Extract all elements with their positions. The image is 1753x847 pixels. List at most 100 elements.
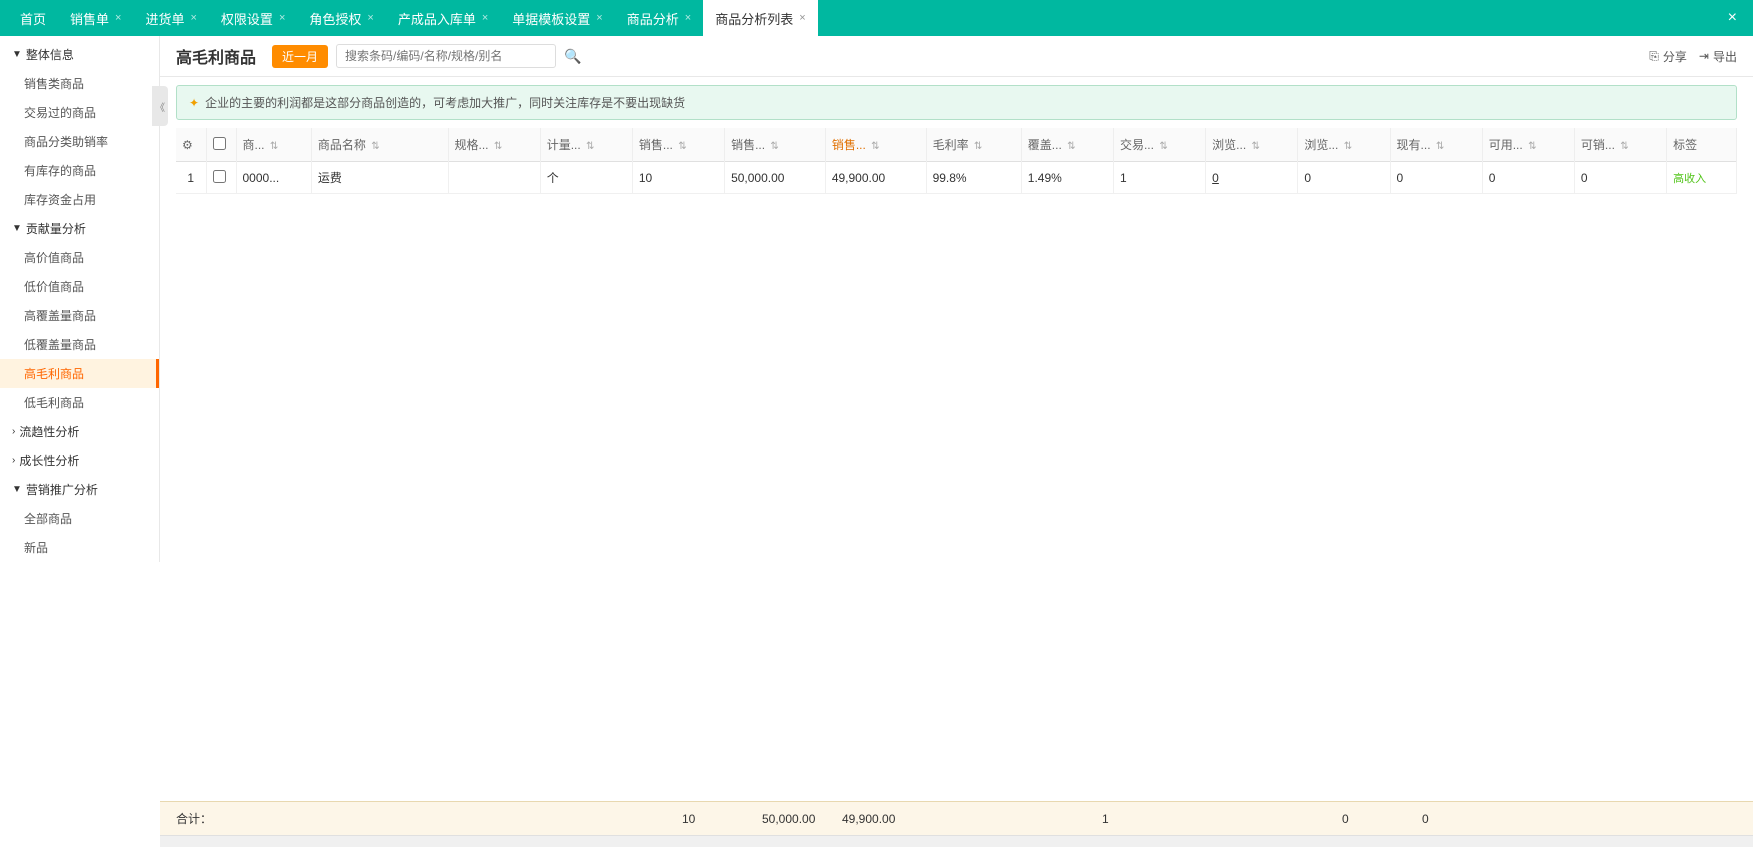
close-product-inbound[interactable]: × <box>482 12 488 24</box>
close-all-tabs[interactable]: × <box>1720 9 1745 27</box>
nav-product-analysis[interactable]: 商品分析 × <box>615 0 703 36</box>
sort-icon-current-stock: ⇅ <box>1436 141 1444 152</box>
col-available-stock[interactable]: 可用... ⇅ <box>1482 128 1574 162</box>
sidebar-collapse-button[interactable]: 《 <box>152 86 168 126</box>
close-role-auth[interactable]: × <box>367 12 373 24</box>
close-product-analysis[interactable]: × <box>685 12 691 24</box>
cell-tag: 高收入 <box>1667 162 1737 194</box>
close-purchase-order[interactable]: × <box>190 12 196 24</box>
sort-icon-available-stock: ⇅ <box>1528 141 1536 152</box>
arrow-marketing: ▼ <box>12 484 22 495</box>
footer-sales-qty: 10 <box>676 812 756 826</box>
export-button[interactable]: ⇥ 导出 <box>1699 48 1737 65</box>
col-sales-amount[interactable]: 销售... ⇅ <box>725 128 826 162</box>
col-checkbox[interactable] <box>206 128 236 162</box>
close-sales-order[interactable]: × <box>115 12 121 24</box>
nav-sales-order[interactable]: 销售单 × <box>58 0 133 36</box>
col-code[interactable]: 商... ⇅ <box>236 128 311 162</box>
search-button[interactable]: 🔍 <box>564 48 581 65</box>
sort-icon-saleable: ⇅ <box>1620 141 1628 152</box>
nav-product-analysis-list[interactable]: 商品分析列表 × <box>703 0 817 36</box>
sidebar-group-trend[interactable]: › 流趋性分析 <box>0 417 159 446</box>
nav-purchase-order[interactable]: 进货单 × <box>133 0 208 36</box>
cell-num: 1 <box>176 162 206 194</box>
sidebar-item-low-coverage[interactable]: 低覆盖量商品 <box>0 330 159 359</box>
sort-icon-sales-qty: ⇅ <box>678 141 686 152</box>
header-actions: ⎘ 分享 ⇥ 导出 <box>1649 48 1737 65</box>
col-unit[interactable]: 计量... ⇅ <box>540 128 632 162</box>
sidebar-group-contribution[interactable]: ▼ 贡献量分析 <box>0 214 159 243</box>
sidebar-group-marketing[interactable]: ▼ 营销推广分析 <box>0 475 159 504</box>
col-saleable[interactable]: 可销... ⇅ <box>1574 128 1666 162</box>
nav-role-auth[interactable]: 角色授权 × <box>297 0 385 36</box>
col-tag[interactable]: 标签 <box>1667 128 1737 162</box>
sort-icon-unit: ⇅ <box>586 141 594 152</box>
col-transactions[interactable]: 交易... ⇅ <box>1113 128 1205 162</box>
col-sales-profit[interactable]: 销售... ⇅ <box>825 128 926 162</box>
cell-saleable: 0 <box>1574 162 1666 194</box>
sort-icon-views2: ⇅ <box>1344 141 1352 152</box>
cell-name[interactable]: 运费 <box>311 162 448 194</box>
sidebar-group-overall[interactable]: ▼ 整体信息 <box>0 40 159 69</box>
sidebar-item-traded-products[interactable]: 交易过的商品 <box>0 98 159 127</box>
filter-button[interactable]: 近一月 <box>272 45 328 68</box>
content-header: 高毛利商品 近一月 🔍 ⎘ 分享 ⇥ 导出 <box>160 36 1753 77</box>
sidebar-group-growth[interactable]: › 成长性分析 <box>0 446 159 475</box>
table-container: ⚙ 商... ⇅ 商品名称 ⇅ <box>160 128 1753 801</box>
sidebar-item-low-value[interactable]: 低价值商品 <box>0 272 159 301</box>
sidebar-item-all-products[interactable]: 全部商品 <box>0 504 159 533</box>
cell-margin-rate: 99.8% <box>926 162 1021 194</box>
col-coverage[interactable]: 覆盖... ⇅ <box>1021 128 1113 162</box>
share-button[interactable]: ⎘ 分享 <box>1649 48 1687 65</box>
close-template-settings[interactable]: × <box>596 12 602 24</box>
search-input[interactable] <box>336 44 556 68</box>
footer-available-stock: 0 <box>1416 812 1496 826</box>
select-all-checkbox[interactable] <box>213 137 226 150</box>
bottom-scrollbar[interactable] <box>160 835 1753 847</box>
table-row: 1 0000... 运费 <box>176 162 1737 194</box>
cell-sales-qty: 10 <box>632 162 724 194</box>
col-margin-rate[interactable]: 毛利率 ⇅ <box>926 128 1021 162</box>
col-current-stock[interactable]: 现有... ⇅ <box>1390 128 1482 162</box>
col-spec[interactable]: 规格... ⇅ <box>448 128 540 162</box>
sidebar-item-new-products[interactable]: 新品 <box>0 533 159 562</box>
nav-template-settings[interactable]: 单据模板设置 × <box>500 0 614 36</box>
cell-views1[interactable]: 0 <box>1206 162 1298 194</box>
sidebar-item-low-margin[interactable]: 低毛利商品 <box>0 388 159 417</box>
cell-code[interactable]: 0000... <box>236 162 311 194</box>
page-title: 高毛利商品 <box>176 44 256 68</box>
col-views2[interactable]: 浏览... ⇅ <box>1298 128 1390 162</box>
close-product-analysis-list[interactable]: × <box>799 12 805 24</box>
col-views1[interactable]: 浏览... ⇅ <box>1206 128 1298 162</box>
sort-icon-views1: ⇅ <box>1252 141 1260 152</box>
sidebar-item-high-margin[interactable]: 高毛利商品 <box>0 359 159 388</box>
cell-current-stock: 0 <box>1390 162 1482 194</box>
sidebar-item-stock-capital[interactable]: 库存资金占用 <box>0 185 159 214</box>
data-table: ⚙ 商... ⇅ 商品名称 ⇅ <box>176 128 1737 194</box>
footer-sales-amount: 50,000.00 <box>756 812 836 826</box>
footer-bar: 合计： 10 50,000.00 49,900.00 1 0 0 <box>160 801 1753 835</box>
sidebar-item-high-coverage[interactable]: 高覆盖量商品 <box>0 301 159 330</box>
share-icon: ⎘ <box>1649 49 1659 64</box>
row-checkbox[interactable] <box>213 170 226 183</box>
arrow-overall: ▼ <box>12 49 22 60</box>
col-name[interactable]: 商品名称 ⇅ <box>311 128 448 162</box>
sidebar-item-category-sales-rate[interactable]: 商品分类助销率 <box>0 127 159 156</box>
top-navigation: 首页 销售单 × 进货单 × 权限设置 × 角色授权 × 产成品入库单 × 单据… <box>0 0 1753 36</box>
sidebar-item-high-value[interactable]: 高价值商品 <box>0 243 159 272</box>
nav-product-inbound[interactable]: 产成品入库单 × <box>386 0 500 36</box>
sidebar-item-sales-products[interactable]: 销售类商品 <box>0 69 159 98</box>
cell-checkbox[interactable] <box>206 162 236 194</box>
col-settings[interactable]: ⚙ <box>176 128 206 162</box>
nav-home[interactable]: 首页 <box>8 0 58 36</box>
sidebar-item-in-stock-products[interactable]: 有库存的商品 <box>0 156 159 185</box>
col-sales-qty[interactable]: 销售... ⇅ <box>632 128 724 162</box>
sort-icon-name: ⇅ <box>371 141 379 152</box>
content-area: 高毛利商品 近一月 🔍 ⎘ 分享 ⇥ 导出 ✦ 企业的主要的利润都是这部分商品创… <box>160 36 1753 847</box>
sort-icon-spec: ⇅ <box>494 141 502 152</box>
close-permission-settings[interactable]: × <box>279 12 285 24</box>
arrow-contribution: ▼ <box>12 223 22 234</box>
main-container: ▼ 整体信息 销售类商品 交易过的商品 商品分类助销率 有库存的商品 库存资金占… <box>0 36 1753 847</box>
nav-permission-settings[interactable]: 权限设置 × <box>209 0 297 36</box>
cell-sales-amount: 50,000.00 <box>725 162 826 194</box>
